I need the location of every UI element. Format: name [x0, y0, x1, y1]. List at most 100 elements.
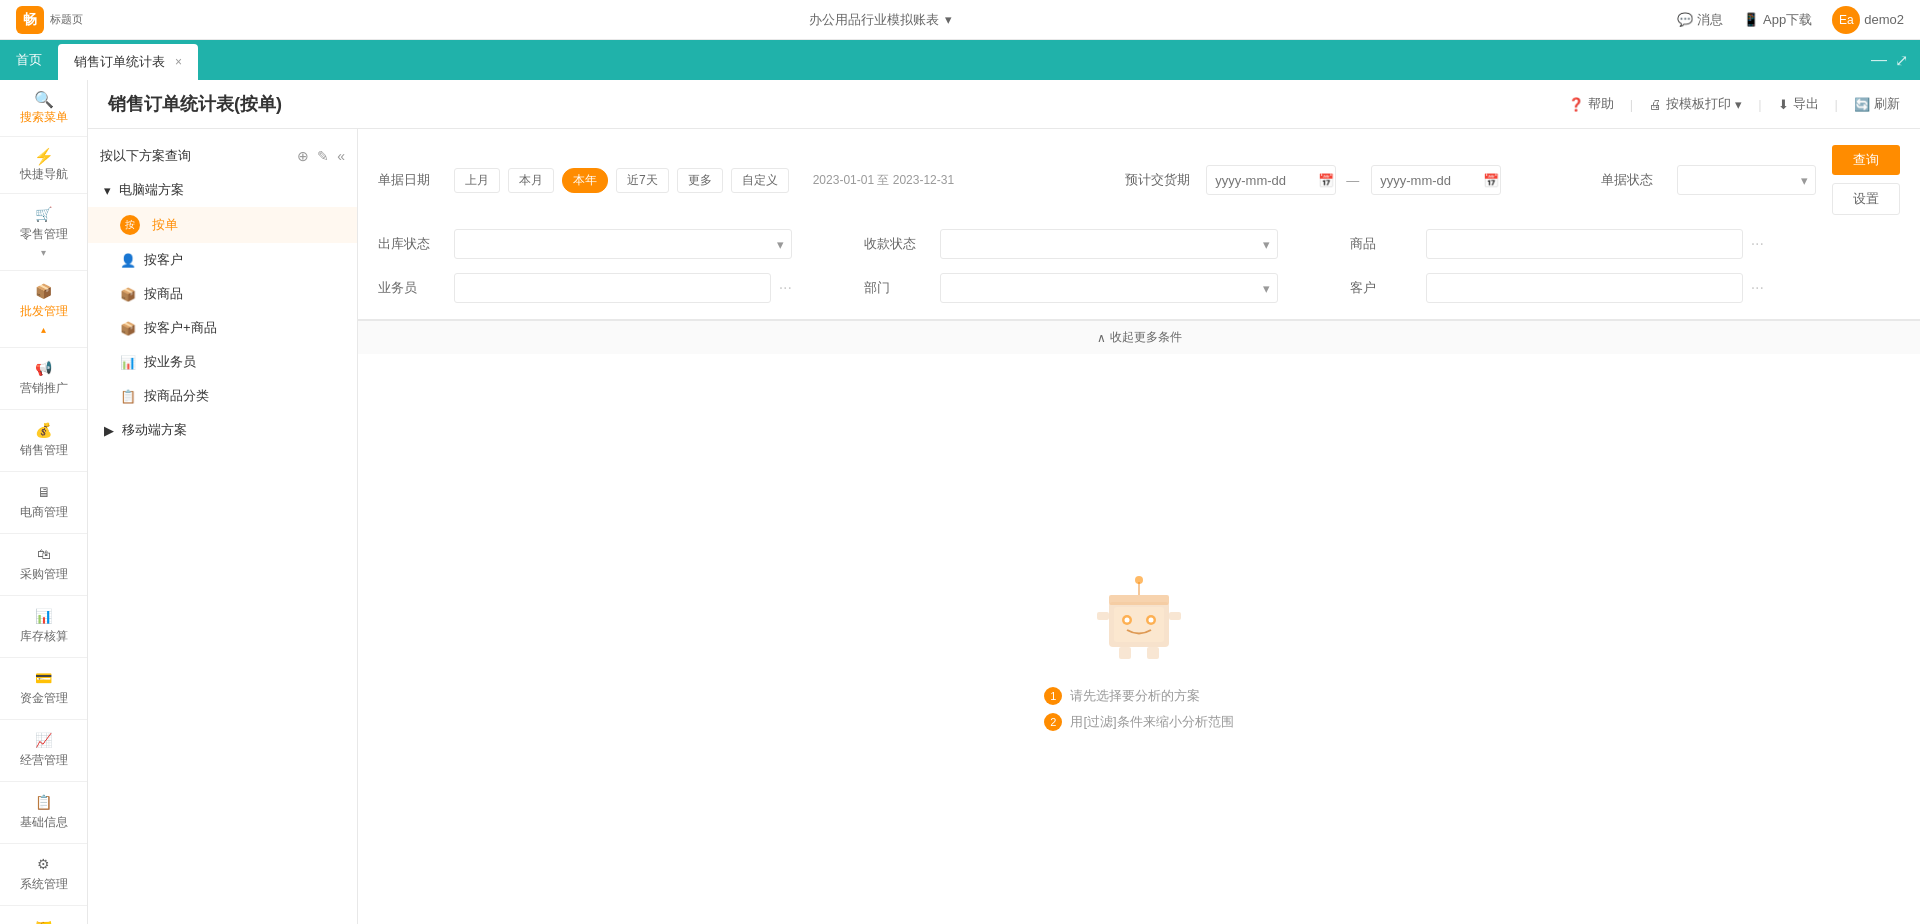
sidebar-item-quicknav[interactable]: ⚡ 快捷导航: [0, 137, 87, 194]
svg-rect-8: [1109, 595, 1169, 605]
tab-close-icon[interactable]: ×: [175, 55, 182, 69]
ship-status-select[interactable]: 未出库 部分出库 已出库: [454, 229, 792, 259]
sidebar-item-operation[interactable]: 📈 经营管理: [0, 720, 87, 782]
help-button[interactable]: ❓ 帮助: [1568, 95, 1614, 113]
hint-text-1: 请先选择要分析的方案: [1070, 687, 1200, 705]
hint-num-1: 1: [1044, 687, 1062, 705]
page-title: 销售订单统计表(按单): [108, 92, 282, 116]
collapse-label: 收起更多条件: [1110, 329, 1182, 346]
product-dots[interactable]: ···: [1751, 235, 1764, 253]
edit-scheme-icon[interactable]: ✎: [317, 148, 329, 164]
sidebar-item-stock[interactable]: 📊 库存核算: [0, 596, 87, 658]
settings-button[interactable]: 设置: [1832, 183, 1900, 215]
status-select-wrapper: 待审核 已审核 已完成: [1677, 165, 1816, 195]
export-button[interactable]: ⬇ 导出: [1778, 95, 1819, 113]
date-btn-thismonth[interactable]: 本月: [508, 168, 554, 193]
tab-minimize-icon[interactable]: —: [1871, 51, 1887, 69]
tree-section-pc[interactable]: ▾ 电脑端方案: [88, 173, 357, 207]
collapse-bar[interactable]: ∧ 收起更多条件: [358, 320, 1920, 354]
date-btn-custom[interactable]: 自定义: [731, 168, 789, 193]
sidebar-ecommerce-label: 电商管理: [20, 504, 68, 521]
message-icon: 💬: [1677, 12, 1693, 27]
tree-item-byproduct[interactable]: 📦 按商品: [88, 277, 357, 311]
hint-1: 1 请先选择要分析的方案: [1044, 687, 1233, 705]
top-bar-left: 畅 标题页: [16, 6, 83, 34]
ship-status-select-wrapper: 未出库 部分出库 已出库: [454, 229, 792, 259]
product-input[interactable]: [1426, 229, 1743, 259]
user-menu[interactable]: Ea demo2: [1832, 6, 1904, 34]
wholesale-expand-icon: ▴: [41, 324, 46, 335]
tab-sales-order-stats[interactable]: 销售订单统计表 ×: [58, 44, 198, 80]
tree-byorder-label: 按单: [152, 216, 178, 234]
payment-status-select-wrapper: 未收款 部分收款 已收款: [940, 229, 1278, 259]
tree-item-bycustprod[interactable]: 📦 按客户+商品: [88, 311, 357, 345]
tree-mobile-expand-icon: ▶: [104, 423, 114, 438]
svg-point-10: [1135, 576, 1143, 584]
tree-item-bycustomer[interactable]: 👤 按客户: [88, 243, 357, 277]
sidebar-item-purchase[interactable]: 🛍 采购管理: [0, 534, 87, 596]
sidebar-basic-label: 基础信息: [20, 814, 68, 831]
message-button[interactable]: 💬 消息: [1677, 11, 1723, 29]
sidebar-item-retail[interactable]: 🛒 零售管理 ▾: [0, 194, 87, 271]
tree-mobile-label: 移动端方案: [122, 421, 187, 439]
status-select[interactable]: 待审核 已审核 已完成: [1677, 165, 1816, 195]
avatar: Ea: [1832, 6, 1860, 34]
svg-rect-1: [1114, 607, 1164, 642]
sales-dots[interactable]: ···: [779, 279, 792, 297]
template-print-button[interactable]: 🖨 按模板打印 ▾: [1649, 95, 1742, 113]
product-label: 商品: [1350, 235, 1410, 253]
tree-item-bysales[interactable]: 📊 按业务员: [88, 345, 357, 379]
sales-input[interactable]: [454, 273, 771, 303]
tree-section-mobile[interactable]: ▶ 移动端方案: [88, 413, 357, 447]
date-btn-thisyear[interactable]: 本年: [562, 168, 608, 193]
query-button[interactable]: 查询: [1832, 145, 1900, 175]
tree-pc-label: 电脑端方案: [119, 181, 184, 199]
sidebar-item-cooperation[interactable]: 🤝 企业协同: [0, 906, 87, 924]
customer-dots[interactable]: ···: [1751, 279, 1764, 297]
date-btn-more[interactable]: 更多: [677, 168, 723, 193]
sidebar-item-basic[interactable]: 📋 基础信息: [0, 782, 87, 844]
sidebar-item-wholesale[interactable]: 📦 批发管理 ▴: [0, 271, 87, 348]
refresh-button[interactable]: 🔄 刷新: [1854, 95, 1900, 113]
sidebar-retail-label: 零售管理: [20, 226, 68, 243]
sidebar-item-finance[interactable]: 💳 资金管理: [0, 658, 87, 720]
sidebar-item-ecommerce[interactable]: 🖥 电商管理: [0, 472, 87, 534]
sidebar-item-system[interactable]: ⚙ 系统管理: [0, 844, 87, 906]
filter-row-2: 出库状态 未出库 部分出库 已出库 收款状态: [378, 229, 1900, 259]
content-body: 按以下方案查询 ⊕ ✎ « ▾ 电脑端方案 按 按单: [88, 129, 1920, 924]
customer-input[interactable]: [1426, 273, 1743, 303]
payment-status-select[interactable]: 未收款 部分收款 已收款: [940, 229, 1278, 259]
sidebar-item-marketing[interactable]: 📢 营销推广: [0, 348, 87, 410]
sidebar-item-sales[interactable]: 💰 销售管理: [0, 410, 87, 472]
sales-label: 业务员: [378, 279, 438, 297]
customer-input-area: ···: [1426, 273, 1764, 303]
expected-date-to[interactable]: [1371, 165, 1501, 195]
collapse-panel-icon[interactable]: «: [337, 148, 345, 164]
dept-select[interactable]: [940, 273, 1278, 303]
tree-item-byorder[interactable]: 按 按单: [88, 207, 357, 243]
sidebar-purchase-label: 采购管理: [20, 566, 68, 583]
right-panel: 单据日期 上月 本月 本年 近7天 更多 自定义 2023-01-01 至 20…: [358, 129, 1920, 924]
ship-status-label: 出库状态: [378, 235, 438, 253]
sidebar-operation-label: 经营管理: [20, 752, 68, 769]
tree-expand-icon: ▾: [104, 183, 111, 198]
left-panel-title: 按以下方案查询: [100, 147, 191, 165]
date-btn-group: 上月 本月 本年 近7天 更多 自定义: [454, 168, 789, 193]
empty-illustration: [1079, 547, 1199, 667]
page-actions: ❓ 帮助 | 🖨 按模板打印 ▾ | ⬇ 导出 | 🔄 刷新: [1568, 95, 1900, 113]
date-btn-7days[interactable]: 近7天: [616, 168, 669, 193]
tree-item-bycategory[interactable]: 📋 按商品分类: [88, 379, 357, 413]
sidebar-item-search[interactable]: 🔍 搜索菜单: [0, 80, 87, 137]
tree-bysales-label: 按业务员: [144, 353, 196, 371]
tab-maximize-icon[interactable]: ⤢: [1895, 51, 1908, 70]
print-icon: 🖨: [1649, 97, 1662, 112]
add-scheme-icon[interactable]: ⊕: [297, 148, 309, 164]
sidebar-marketing-label: 营销推广: [20, 380, 68, 397]
app-download-button[interactable]: 📱 App下载: [1743, 11, 1812, 29]
date-btn-lastmonth[interactable]: 上月: [454, 168, 500, 193]
app-name-selector[interactable]: 办公用品行业模拟账表 ▾: [809, 11, 952, 29]
tab-home[interactable]: 首页: [0, 40, 58, 80]
help-label: 帮助: [1588, 95, 1614, 113]
expected-date-from[interactable]: [1206, 165, 1336, 195]
filter-row-3: 业务员 ··· 部门 客户: [378, 273, 1900, 303]
